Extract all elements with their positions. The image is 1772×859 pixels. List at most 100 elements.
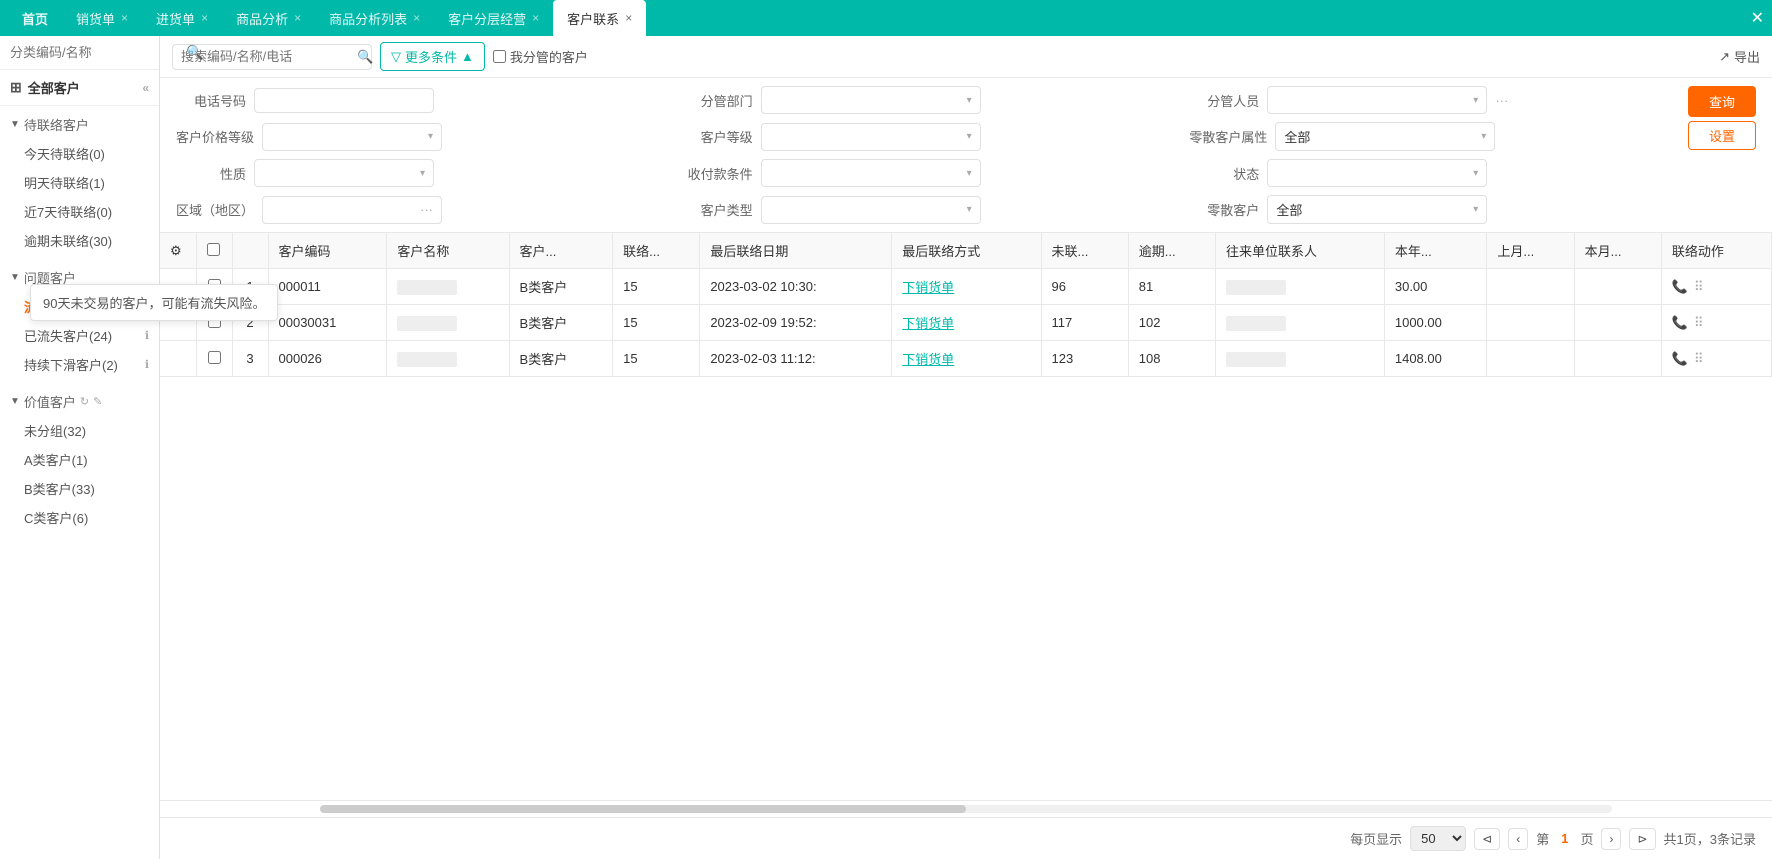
col-header-last-contact-date[interactable]: 最后联络日期 [700, 233, 892, 269]
tab-customer-tier[interactable]: 客户分层经营 × [434, 0, 553, 36]
tab-customer-contact[interactable]: 客户联系 × [553, 0, 646, 36]
sidebar-item-class-c[interactable]: C类客户(6) [0, 503, 159, 532]
nature-select[interactable]: ▾ [254, 159, 434, 187]
my-customers-checkbox-label[interactable]: 我分管的客户 [493, 47, 588, 66]
refresh-icon[interactable]: ↻ [80, 395, 89, 408]
row-name [387, 269, 509, 305]
toolbar-search-input[interactable] [181, 49, 357, 64]
sidebar-item-class-a[interactable]: A类客户(1) [0, 445, 159, 474]
dept-select[interactable]: ▾ [761, 86, 981, 114]
close-window-button[interactable]: ✕ [1751, 8, 1764, 28]
sidebar-item-declining[interactable]: 持续下滑客户(2) ℹ [0, 350, 159, 379]
more-action-icon[interactable]: ⠿ [1694, 315, 1704, 331]
sidebar-group-value-header[interactable]: ▼ 价值客户 ↻ ✎ [0, 387, 159, 416]
retail-cust-select[interactable]: 全部 ▾ [1267, 195, 1487, 224]
scrollbar-thumb[interactable] [320, 805, 966, 813]
row-checkbox[interactable] [196, 341, 232, 377]
toolbar-search-button[interactable]: 🔍 [357, 49, 373, 65]
price-tier-select[interactable]: ▾ [262, 123, 442, 151]
close-icon[interactable]: × [294, 11, 301, 25]
region-select[interactable]: ··· [262, 196, 442, 224]
export-button[interactable]: ↗ 导出 [1719, 47, 1760, 66]
sidebar-item-class-b[interactable]: B类客户(33) [0, 474, 159, 503]
query-button[interactable]: 查询 [1688, 86, 1756, 117]
phone-action-icon[interactable]: 📞 [1672, 315, 1688, 331]
more-options-icon[interactable]: ··· [1495, 93, 1508, 108]
row-select-checkbox[interactable] [208, 351, 221, 364]
row-settings[interactable] [160, 341, 196, 377]
page-size-select[interactable]: 50 10 20 100 [1410, 826, 1466, 851]
row-code: 00030031 [268, 305, 387, 341]
col-header-code[interactable]: 客户编码 [268, 233, 387, 269]
row-code: 000026 [268, 341, 387, 377]
col-header-type[interactable]: 客户... [509, 233, 613, 269]
col-header-liaison[interactable]: 往来单位联系人 [1215, 233, 1384, 269]
my-customers-checkbox[interactable] [493, 50, 506, 63]
person-select[interactable]: ▾ [1267, 86, 1487, 114]
sidebar-item-tomorrow[interactable]: 明天待联络(1) [0, 168, 159, 197]
tab-sales[interactable]: 销货单 × [62, 0, 142, 36]
table-area: ⚙ 客户编码 客户名称 客户... 联络... [160, 233, 1772, 800]
close-icon[interactable]: × [121, 11, 128, 25]
row-last-contact-method[interactable]: 下销货单 [892, 305, 1041, 341]
row-last-contact-method[interactable]: 下销货单 [892, 269, 1041, 305]
tab-home[interactable]: 首页 [8, 0, 62, 36]
phone-action-icon[interactable]: 📞 [1672, 351, 1688, 367]
row-type: B类客户 [509, 305, 613, 341]
col-header-last-month[interactable]: 上月... [1487, 233, 1574, 269]
row-no-contact: 123 [1041, 341, 1128, 377]
row-index: 3 [232, 341, 268, 377]
col-header-contact[interactable]: 联络... [613, 233, 700, 269]
close-icon[interactable]: × [625, 11, 632, 25]
col-header-name[interactable]: 客户名称 [387, 233, 509, 269]
sidebar-all-customers[interactable]: ⊞ 全部客户 « [0, 70, 159, 106]
close-icon[interactable]: × [532, 11, 539, 25]
phone-input[interactable] [254, 88, 434, 113]
col-header-action[interactable]: 联络动作 [1661, 233, 1771, 269]
col-header-this-year[interactable]: 本年... [1384, 233, 1487, 269]
scrollbar-track[interactable] [320, 805, 1612, 813]
close-icon[interactable]: × [413, 11, 420, 25]
col-header-last-contact-method[interactable]: 最后联络方式 [892, 233, 1041, 269]
close-icon[interactable]: × [201, 11, 208, 25]
filter-button[interactable]: ▽ 更多条件 ▲ [380, 42, 485, 71]
phone-action-icon[interactable]: 📞 [1672, 279, 1688, 295]
col-header-this-month[interactable]: 本月... [1574, 233, 1661, 269]
filter-settings-button[interactable]: 设置 [1688, 121, 1756, 150]
person-label: 分管人员 [1189, 91, 1259, 110]
edit-icon[interactable]: ✎ [93, 395, 102, 408]
last-page-button[interactable]: ⊳ [1629, 828, 1655, 850]
tab-product-analysis[interactable]: 商品分析 × [222, 0, 315, 36]
col-header-no-contact[interactable]: 未联... [1041, 233, 1128, 269]
sidebar-item-churned[interactable]: 已流失客户(24) ℹ [0, 321, 159, 350]
col-header-overdue[interactable]: 逾期... [1128, 233, 1215, 269]
sidebar-item-ungrouped[interactable]: 未分组(32) [0, 416, 159, 445]
row-last-contact-method[interactable]: 下销货单 [892, 341, 1041, 377]
sidebar-group-pending-header[interactable]: ▼ 待联络客户 [0, 110, 159, 139]
payment-select[interactable]: ▾ [761, 159, 981, 187]
row-no-contact: 96 [1041, 269, 1128, 305]
cust-type-select[interactable]: ▾ [761, 196, 981, 224]
first-page-button[interactable]: ⊲ [1474, 828, 1500, 850]
sidebar-item-overdue-contact[interactable]: 逾期未联络(30) [0, 226, 159, 255]
region-more-icon[interactable]: ··· [420, 202, 433, 217]
more-action-icon[interactable]: ⠿ [1694, 279, 1704, 295]
toolbar: 🔍 ▽ 更多条件 ▲ 我分管的客户 ↗ 导出 [160, 36, 1772, 78]
sidebar-item-7days[interactable]: 近7天待联络(0) [0, 197, 159, 226]
status-select[interactable]: ▾ [1267, 159, 1487, 187]
tab-product-list[interactable]: 商品分析列表 × [315, 0, 434, 36]
retail-attr-select[interactable]: 全部 ▾ [1275, 122, 1495, 151]
horizontal-scrollbar[interactable] [160, 800, 1772, 817]
select-all-checkbox[interactable] [207, 243, 220, 256]
tab-purchase[interactable]: 进货单 × [142, 0, 222, 36]
col-header-settings[interactable]: ⚙ [160, 233, 196, 269]
col-header-checkbox[interactable] [196, 233, 232, 269]
prev-page-button[interactable]: ‹ [1508, 828, 1528, 850]
more-action-icon[interactable]: ⠿ [1694, 351, 1704, 367]
customer-tier-select[interactable]: ▾ [761, 123, 981, 151]
sidebar-item-today[interactable]: 今天待联络(0) [0, 139, 159, 168]
row-type: B类客户 [509, 269, 613, 305]
collapse-icon[interactable]: « [142, 81, 149, 95]
sidebar-search-input[interactable] [10, 45, 186, 60]
next-page-button[interactable]: › [1601, 828, 1621, 850]
